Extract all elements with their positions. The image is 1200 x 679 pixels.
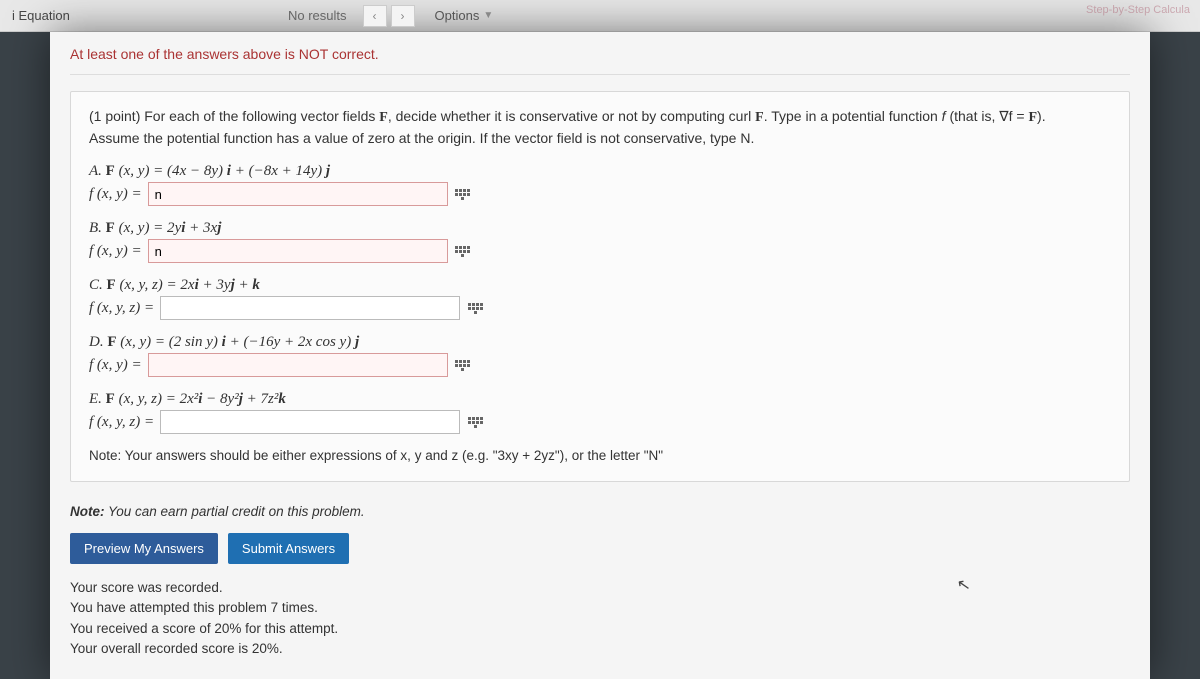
part-b: B. F F (x, y) = 2yi + 3xj(x, y) = 2yi + … <box>89 220 1111 263</box>
partial-credit-note: Note: You can earn partial credit on thi… <box>70 504 1130 519</box>
part-b-label: B. <box>89 220 106 236</box>
note-bold: Note: <box>70 504 105 519</box>
point-label: (1 point) <box>89 108 144 124</box>
answer-format-note: Note: Your answers should be either expr… <box>89 448 1111 463</box>
part-e: E. F F (x, y, z) = 2x²i − 8y²j + 7z²k(x,… <box>89 391 1111 434</box>
part-d-input[interactable] <box>148 353 448 377</box>
part-d-label: D. <box>89 334 107 350</box>
intro-text-1a: For each of the following vector fields <box>144 108 379 124</box>
submit-answers-button[interactable]: Submit Answers <box>228 533 349 564</box>
score-line-2: You have attempted this problem 7 times. <box>70 598 1130 618</box>
chevron-down-icon: ▼ <box>483 10 493 21</box>
keypad-icon[interactable] <box>454 243 472 259</box>
part-d-lhs: f (x, y) = <box>89 357 142 374</box>
options-label: Options <box>435 8 480 23</box>
error-banner: At least one of the answers above is NOT… <box>70 40 1130 75</box>
part-c: C. F F (x, y, z) = 2xi + 3yj + k(x, y, z… <box>89 277 1111 320</box>
part-a-lhs: f (x, y) = <box>89 186 142 203</box>
part-e-input[interactable] <box>160 410 460 434</box>
action-buttons: Preview My Answers Submit Answers <box>70 533 1130 564</box>
part-a-input[interactable] <box>148 182 448 206</box>
note-rest: You can earn partial credit on this prob… <box>105 504 365 519</box>
chevron-right-icon: › <box>401 9 405 23</box>
keypad-icon[interactable] <box>454 186 472 202</box>
search-no-results-label: No results <box>288 8 347 23</box>
part-b-input[interactable] <box>148 239 448 263</box>
preview-answers-button[interactable]: Preview My Answers <box>70 533 218 564</box>
intro-text-1b: , decide whether it is conservative or n… <box>388 108 755 124</box>
keypad-icon[interactable] <box>454 357 472 373</box>
intro-text-2: Assume the potential function has a valu… <box>89 130 754 146</box>
keypad-icon[interactable] <box>466 414 484 430</box>
part-e-lhs: f (x, y, z) = <box>89 414 154 431</box>
browser-toolbar: i Equation No results ‹ › Options ▼ <box>0 0 1200 32</box>
intro-text-1e: ). <box>1037 108 1046 124</box>
part-c-lhs: f (x, y, z) = <box>89 300 154 317</box>
part-c-input[interactable] <box>160 296 460 320</box>
keypad-icon[interactable] <box>466 300 484 316</box>
problem-intro: (1 point) For each of the following vect… <box>89 106 1111 149</box>
vector-F-3: F <box>1028 110 1037 125</box>
page-tab-label: i Equation <box>8 8 288 23</box>
part-a: A. F F (x, y) = (4x − 8y) i + (−8x + 14y… <box>89 163 1111 206</box>
intro-text-1c: . Type in a potential function <box>764 108 942 124</box>
prev-result-button[interactable]: ‹ <box>363 5 387 27</box>
header-fragment-text: Step-by-Step Calcula <box>1086 4 1190 16</box>
options-menu[interactable]: Options ▼ <box>435 8 494 23</box>
problem-box: (1 point) For each of the following vect… <box>70 91 1130 482</box>
part-b-lhs: f (x, y) = <box>89 243 142 260</box>
vector-F-2: F <box>755 110 764 125</box>
score-line-3: You received a score of 20% for this att… <box>70 619 1130 639</box>
next-result-button[interactable]: › <box>391 5 415 27</box>
intro-text-1d: (that is, ∇f = <box>946 108 1029 124</box>
part-d: D. F F (x, y) = (2 sin y) i + (−16y + 2x… <box>89 334 1111 377</box>
cursor-icon: ↖ <box>955 574 972 596</box>
score-line-4: Your overall recorded score is 20%. <box>70 639 1130 659</box>
part-e-label: E. <box>89 391 106 407</box>
vector-F: F <box>379 110 388 125</box>
part-a-label: A. <box>89 163 106 179</box>
chevron-left-icon: ‹ <box>373 9 377 23</box>
page-content: At least one of the answers above is NOT… <box>50 32 1150 679</box>
part-c-label: C. <box>89 277 107 293</box>
